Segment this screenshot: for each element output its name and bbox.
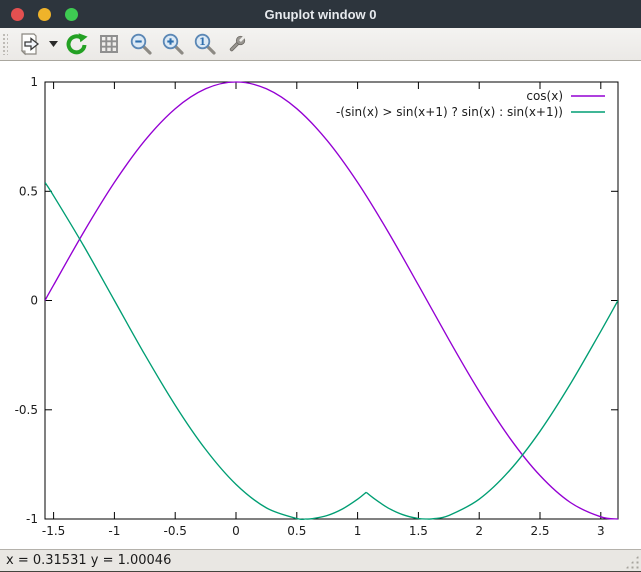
zoom-reset-button[interactable]: 1 [192, 31, 218, 57]
maximize-button[interactable] [65, 7, 78, 21]
titlebar[interactable]: Gnuplot window 0 [0, 0, 641, 28]
zoom-out-button[interactable] [128, 31, 154, 57]
plot-canvas[interactable]: -1.5 -1 -0.5 0 0.5 1 1.5 2 2.5 3 1 0.5 0 -0.5 -1 cos(x)… [0, 61, 641, 549]
zoom-reset-icon: 1 [194, 33, 216, 55]
wrench-icon [229, 35, 246, 52]
svg-text:2.5: 2.5 [530, 524, 549, 538]
zoom-in-icon [162, 33, 184, 55]
document-export-icon [20, 33, 40, 56]
svg-text:-0.5: -0.5 [163, 524, 186, 538]
settings-button[interactable] [224, 31, 250, 57]
plot-border [44, 81, 619, 520]
replot-button[interactable] [64, 31, 90, 57]
close-button[interactable] [11, 7, 24, 21]
x-axis-labels: -1.5 -1 -0.5 0 0.5 1 1.5 2 2.5 3 [42, 524, 605, 538]
svg-text:0.5: 0.5 [19, 184, 38, 198]
x-axis-ticks [53, 82, 602, 519]
legend-label-0: cos(x) [526, 89, 563, 103]
svg-text:3: 3 [597, 524, 605, 538]
svg-text:-0.5: -0.5 [15, 403, 38, 417]
cursor-coordinates: x = 0.31531 y = 1.00046 [6, 553, 172, 568]
grid-icon [100, 35, 118, 53]
y-axis-ticks [45, 81, 618, 520]
y-axis-labels: 1 0.5 0 -0.5 -1 [15, 75, 38, 526]
svg-text:-1: -1 [108, 524, 120, 538]
series-line-0 [45, 81, 618, 520]
toolbar-drag-handle[interactable] [2, 33, 8, 55]
svg-text:1: 1 [199, 37, 206, 48]
toolbar: 1 [0, 28, 641, 61]
minimize-button[interactable] [38, 7, 51, 21]
window-controls [11, 0, 78, 28]
statusbar: x = 0.31531 y = 1.00046 [0, 549, 641, 572]
legend: cos(x) -(sin(x) > sin(x+1) ? sin(x) : sin… [336, 89, 605, 119]
zoom-out-icon [130, 33, 152, 55]
svg-text:0: 0 [232, 524, 240, 538]
zoom-in-button[interactable] [160, 31, 186, 57]
export-menu-button[interactable] [48, 31, 58, 57]
svg-text:1: 1 [354, 524, 362, 538]
legend-label-1: -(sin(x) > sin(x+1) ? sin(x) : sin(x+1)) [336, 105, 563, 119]
grid-button[interactable] [96, 31, 122, 57]
gnuplot-window: Gnuplot window 0 1 -1.5 -1 -0.5 0 0.5 1 … [0, 0, 641, 572]
resize-grip-icon[interactable] [625, 555, 639, 569]
svg-text:0.5: 0.5 [287, 524, 306, 538]
svg-text:1: 1 [30, 75, 38, 89]
svg-text:0: 0 [30, 294, 38, 308]
svg-text:-1.5: -1.5 [42, 524, 65, 538]
refresh-icon [66, 33, 88, 55]
plot-area[interactable]: -1.5 -1 -0.5 0 0.5 1 1.5 2 2.5 3 1 0.5 0 -0.5 -1 cos(x)… [0, 61, 641, 549]
svg-text:-1: -1 [26, 512, 38, 526]
window-title: Gnuplot window 0 [264, 6, 377, 22]
svg-text:2: 2 [475, 524, 483, 538]
series-line-1 [45, 182, 618, 520]
export-button[interactable] [16, 31, 42, 57]
svg-text:1.5: 1.5 [409, 524, 428, 538]
dropdown-arrow-icon [48, 41, 58, 47]
